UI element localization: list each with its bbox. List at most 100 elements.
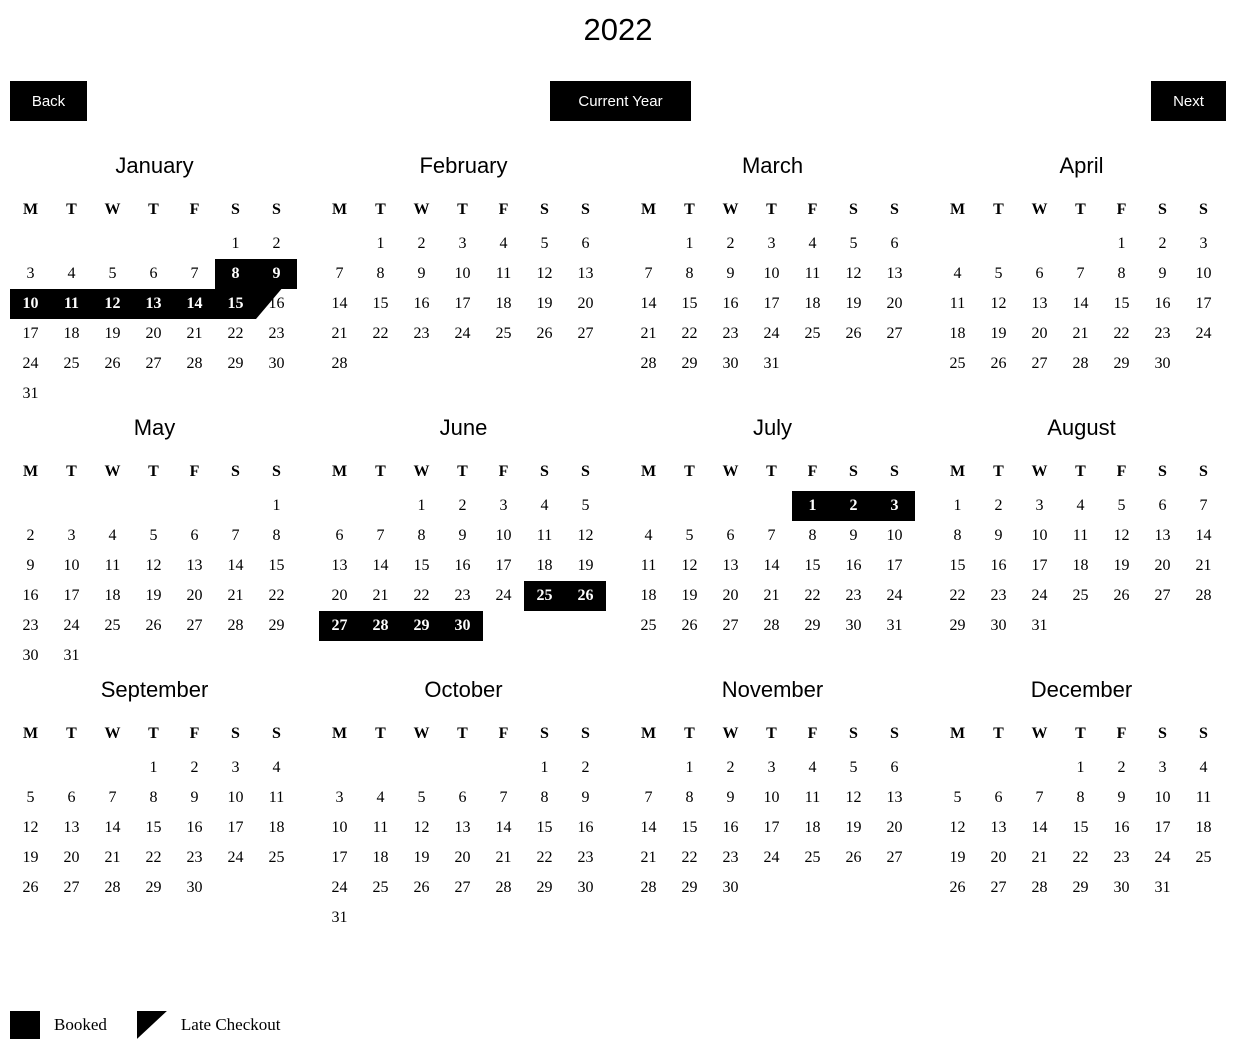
- day-cell[interactable]: 7: [1019, 783, 1060, 813]
- day-cell[interactable]: 24: [442, 319, 483, 349]
- day-cell[interactable]: 16: [710, 813, 751, 843]
- day-cell[interactable]: 23: [565, 843, 606, 873]
- day-cell[interactable]: 7: [751, 521, 792, 551]
- day-cell[interactable]: 21: [751, 581, 792, 611]
- day-cell-booked[interactable]: 3: [874, 491, 915, 521]
- day-cell[interactable]: 18: [792, 289, 833, 319]
- day-cell[interactable]: 4: [51, 259, 92, 289]
- day-cell[interactable]: 14: [319, 289, 360, 319]
- day-cell[interactable]: 24: [751, 843, 792, 873]
- day-cell[interactable]: 10: [1142, 783, 1183, 813]
- day-cell[interactable]: 8: [1101, 259, 1142, 289]
- day-cell[interactable]: 18: [256, 813, 297, 843]
- day-cell[interactable]: 20: [565, 289, 606, 319]
- day-cell[interactable]: 14: [628, 813, 669, 843]
- day-cell[interactable]: 6: [1019, 259, 1060, 289]
- day-cell[interactable]: 22: [401, 581, 442, 611]
- day-cell[interactable]: 21: [215, 581, 256, 611]
- day-cell[interactable]: 12: [1101, 521, 1142, 551]
- day-cell[interactable]: 29: [1060, 873, 1101, 903]
- day-cell-booked[interactable]: 26: [565, 581, 606, 611]
- day-cell[interactable]: 1: [524, 753, 565, 783]
- day-cell[interactable]: 16: [565, 813, 606, 843]
- day-cell[interactable]: 26: [133, 611, 174, 641]
- day-cell[interactable]: 1: [1101, 229, 1142, 259]
- day-cell[interactable]: 12: [937, 813, 978, 843]
- day-cell[interactable]: 27: [174, 611, 215, 641]
- day-cell[interactable]: 10: [319, 813, 360, 843]
- day-cell[interactable]: 17: [1183, 289, 1224, 319]
- day-cell[interactable]: 16: [833, 551, 874, 581]
- day-cell[interactable]: 16: [978, 551, 1019, 581]
- day-cell[interactable]: 7: [319, 259, 360, 289]
- day-cell[interactable]: 27: [1142, 581, 1183, 611]
- day-cell[interactable]: 1: [133, 753, 174, 783]
- day-cell[interactable]: 30: [174, 873, 215, 903]
- day-cell-booked[interactable]: 1: [792, 491, 833, 521]
- day-cell[interactable]: 12: [10, 813, 51, 843]
- day-cell[interactable]: 8: [524, 783, 565, 813]
- day-cell-booked[interactable]: 30: [442, 611, 483, 641]
- day-cell[interactable]: 24: [1019, 581, 1060, 611]
- day-cell[interactable]: 25: [792, 319, 833, 349]
- day-cell-booked[interactable]: 13: [133, 289, 174, 319]
- day-cell[interactable]: 23: [10, 611, 51, 641]
- day-cell[interactable]: 12: [978, 289, 1019, 319]
- day-cell[interactable]: 13: [1142, 521, 1183, 551]
- day-cell[interactable]: 26: [669, 611, 710, 641]
- day-cell[interactable]: 9: [1142, 259, 1183, 289]
- day-cell[interactable]: 17: [215, 813, 256, 843]
- day-cell[interactable]: 29: [669, 349, 710, 379]
- day-cell[interactable]: 24: [1142, 843, 1183, 873]
- day-cell[interactable]: 13: [874, 783, 915, 813]
- day-cell[interactable]: 20: [133, 319, 174, 349]
- day-cell[interactable]: 2: [565, 753, 606, 783]
- day-cell[interactable]: 4: [1060, 491, 1101, 521]
- day-cell[interactable]: 20: [710, 581, 751, 611]
- day-cell[interactable]: 28: [174, 349, 215, 379]
- day-cell[interactable]: 9: [1101, 783, 1142, 813]
- day-cell[interactable]: 11: [792, 259, 833, 289]
- day-cell[interactable]: 21: [1060, 319, 1101, 349]
- day-cell[interactable]: 28: [92, 873, 133, 903]
- day-cell[interactable]: 28: [1060, 349, 1101, 379]
- day-cell[interactable]: 6: [978, 783, 1019, 813]
- day-cell[interactable]: 18: [1060, 551, 1101, 581]
- day-cell[interactable]: 1: [360, 229, 401, 259]
- day-cell[interactable]: 15: [524, 813, 565, 843]
- day-cell[interactable]: 23: [710, 843, 751, 873]
- day-cell[interactable]: 9: [710, 259, 751, 289]
- day-cell[interactable]: 18: [937, 319, 978, 349]
- day-cell[interactable]: 11: [360, 813, 401, 843]
- day-cell[interactable]: 8: [792, 521, 833, 551]
- day-cell[interactable]: 5: [937, 783, 978, 813]
- day-cell[interactable]: 9: [833, 521, 874, 551]
- day-cell[interactable]: 14: [751, 551, 792, 581]
- day-cell[interactable]: 6: [174, 521, 215, 551]
- day-cell[interactable]: 29: [669, 873, 710, 903]
- day-cell[interactable]: 4: [1183, 753, 1224, 783]
- day-cell[interactable]: 15: [1101, 289, 1142, 319]
- day-cell[interactable]: 8: [669, 259, 710, 289]
- day-cell[interactable]: 7: [628, 783, 669, 813]
- day-cell[interactable]: 26: [833, 843, 874, 873]
- day-cell[interactable]: 5: [669, 521, 710, 551]
- day-cell[interactable]: 5: [133, 521, 174, 551]
- day-cell[interactable]: 11: [1060, 521, 1101, 551]
- day-cell[interactable]: 30: [978, 611, 1019, 641]
- day-cell[interactable]: 28: [483, 873, 524, 903]
- day-cell[interactable]: 25: [483, 319, 524, 349]
- day-cell[interactable]: 5: [565, 491, 606, 521]
- day-cell[interactable]: 27: [133, 349, 174, 379]
- day-cell[interactable]: 15: [669, 289, 710, 319]
- day-cell[interactable]: 19: [669, 581, 710, 611]
- day-cell[interactable]: 7: [92, 783, 133, 813]
- day-cell[interactable]: 12: [833, 783, 874, 813]
- day-cell[interactable]: 23: [978, 581, 1019, 611]
- day-cell[interactable]: 31: [751, 349, 792, 379]
- day-cell[interactable]: 1: [669, 753, 710, 783]
- day-cell[interactable]: 17: [874, 551, 915, 581]
- day-cell[interactable]: 20: [174, 581, 215, 611]
- day-cell[interactable]: 28: [1183, 581, 1224, 611]
- day-cell[interactable]: 7: [628, 259, 669, 289]
